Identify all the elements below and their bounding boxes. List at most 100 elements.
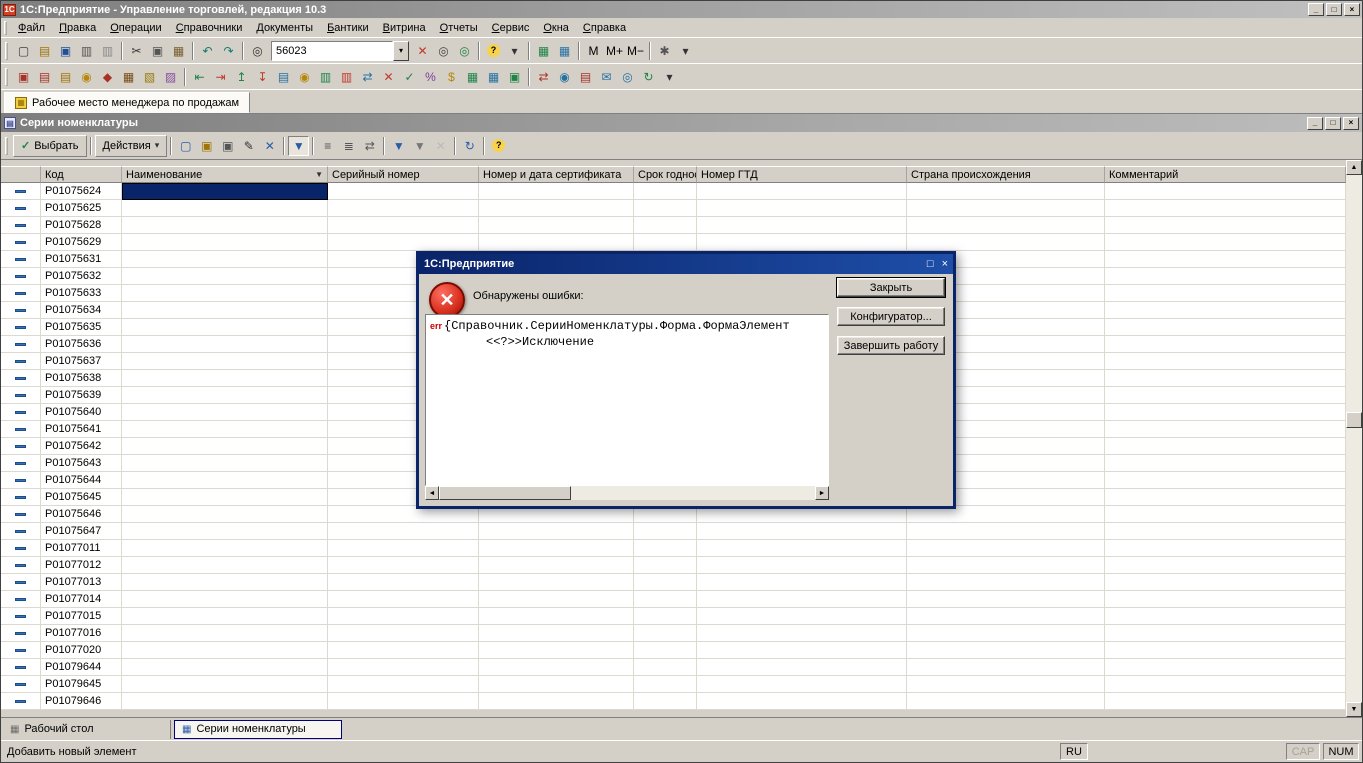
paste-icon[interactable]: ▦ xyxy=(168,41,189,61)
table-row[interactable]: P01079644 xyxy=(1,659,1346,676)
scroll-track[interactable] xyxy=(1346,175,1362,702)
mail-icon[interactable]: ✉ xyxy=(596,67,617,87)
table-row[interactable]: P01075628 xyxy=(1,217,1346,234)
menu-item-5[interactable]: Бантики xyxy=(320,20,376,36)
close-error-button[interactable]: Закрыть xyxy=(836,277,946,298)
table-row[interactable]: P01075647 xyxy=(1,523,1346,540)
code-cell[interactable]: P01075633 xyxy=(41,285,122,302)
code-cell[interactable]: P01075641 xyxy=(41,421,122,438)
journal-icon[interactable]: ▤ xyxy=(55,67,76,87)
table-row[interactable]: P01077013 xyxy=(1,574,1346,591)
report-stock-icon[interactable]: ▦ xyxy=(483,67,504,87)
filter-icon[interactable]: ▼ xyxy=(388,136,409,156)
code-cell[interactable]: P01079644 xyxy=(41,659,122,676)
table-row[interactable]: P01077011 xyxy=(1,540,1346,557)
table-row[interactable]: P01077012 xyxy=(1,557,1346,574)
code-cell[interactable]: P01075638 xyxy=(41,370,122,387)
find-advanced-icon[interactable]: ◎ xyxy=(454,41,475,61)
vertical-scrollbar[interactable]: ▲ ▼ xyxy=(1346,160,1362,717)
receipt-check-icon[interactable]: ✓ xyxy=(399,67,420,87)
doc-in-icon[interactable]: ↥ xyxy=(231,67,252,87)
users-icon[interactable]: ◉ xyxy=(554,67,575,87)
edit-item-icon[interactable]: ✎ xyxy=(238,136,259,156)
copy-icon[interactable]: ▣ xyxy=(147,41,168,61)
menu-item-9[interactable]: Окна xyxy=(536,20,576,36)
new-document-icon[interactable]: ▢ xyxy=(13,41,34,61)
minimize-button[interactable]: _ xyxy=(1308,3,1324,16)
list-toolbar-grip[interactable] xyxy=(5,136,8,155)
transfer-icon[interactable]: ⇄ xyxy=(357,67,378,87)
column-header-4[interactable]: Срок годнос... xyxy=(634,166,697,183)
list-view-icon[interactable]: ≡ xyxy=(317,136,338,156)
web-icon[interactable]: ◎ xyxy=(617,67,638,87)
help-list-icon[interactable]: ? xyxy=(488,136,509,156)
table-row[interactable]: P01077020 xyxy=(1,642,1346,659)
menu-item-8[interactable]: Сервис xyxy=(485,20,537,36)
invoice-icon[interactable]: ▤ xyxy=(273,67,294,87)
column-header-3[interactable]: Номер и дата сертификата xyxy=(479,166,634,183)
report-sales-icon[interactable]: ▦ xyxy=(462,67,483,87)
scroll-left-icon[interactable]: ◄ xyxy=(425,486,439,500)
find-binoculars-icon[interactable]: ◎ xyxy=(433,41,454,61)
shutdown-button[interactable]: Завершить работу xyxy=(837,336,945,355)
code-cell[interactable]: P01077015 xyxy=(41,608,122,625)
print-icon[interactable]: ▥ xyxy=(76,41,97,61)
refresh-icon[interactable]: ↻ xyxy=(459,136,480,156)
menu-item-10[interactable]: Справка xyxy=(576,20,633,36)
code-cell[interactable]: P01077020 xyxy=(41,642,122,659)
memory-recall-icon[interactable]: М xyxy=(583,41,604,61)
exchange-icon[interactable]: ⇄ xyxy=(533,67,554,87)
copy-item-icon[interactable]: ▣ xyxy=(217,136,238,156)
code-cell[interactable]: P01075634 xyxy=(41,302,122,319)
bottom-tab-0[interactable]: ▦ Рабочий стол xyxy=(3,719,171,739)
update-icon[interactable]: ↻ xyxy=(638,67,659,87)
code-cell[interactable]: P01077011 xyxy=(41,540,122,557)
code-cell[interactable]: P01075637 xyxy=(41,353,122,370)
bottom-tab-1[interactable]: ▦ Серии номенклатуры xyxy=(174,719,342,739)
scroll-down-icon[interactable]: ▼ xyxy=(1346,702,1362,717)
help-icon[interactable]: ? xyxy=(483,41,504,61)
price-book-icon[interactable]: ▧ xyxy=(139,67,160,87)
code-cell[interactable]: P01075628 xyxy=(41,217,122,234)
restore-button[interactable]: □ xyxy=(1326,3,1342,16)
doc-receipt-icon[interactable]: ⇤ xyxy=(189,67,210,87)
pricing-icon[interactable]: % xyxy=(420,67,441,87)
toolbar-grip[interactable] xyxy=(5,41,8,60)
table-edit-icon[interactable]: ▦ xyxy=(554,41,575,61)
code-cell[interactable]: P01075643 xyxy=(41,455,122,472)
settings-doc-icon[interactable]: ▤ xyxy=(575,67,596,87)
memory-plus-icon[interactable]: М+ xyxy=(604,41,625,61)
desktop-tab-sales-manager[interactable]: ▦ Рабочее место менеджера по продажам xyxy=(4,92,251,113)
table-grid-icon[interactable]: ▦ xyxy=(533,41,554,61)
code-cell[interactable]: P01075636 xyxy=(41,336,122,353)
code-cell[interactable]: P01077014 xyxy=(41,591,122,608)
close-button[interactable]: × xyxy=(1344,3,1360,16)
column-header-7[interactable]: Комментарий xyxy=(1105,166,1346,183)
code-cell[interactable]: P01075645 xyxy=(41,489,122,506)
toolbar-grip-2[interactable] xyxy=(5,67,8,86)
more-toolbar-icon[interactable]: ▾ xyxy=(659,67,680,87)
code-cell[interactable]: P01075625 xyxy=(41,200,122,217)
ledger-icon[interactable]: ▦ xyxy=(118,67,139,87)
mdi-minimize-button[interactable]: _ xyxy=(1307,116,1323,130)
table-row[interactable]: P01079646 xyxy=(1,693,1346,710)
doc-expense-icon[interactable]: ⇥ xyxy=(210,67,231,87)
code-cell[interactable]: P01075644 xyxy=(41,472,122,489)
cut-icon[interactable]: ✂ xyxy=(126,41,147,61)
dialog-horizontal-scrollbar[interactable]: ◄ ► xyxy=(425,486,829,500)
dialog-scroll-track[interactable] xyxy=(439,486,815,500)
quick-find-input[interactable] xyxy=(271,40,393,61)
code-cell[interactable]: P01075624 xyxy=(41,183,122,200)
code-cell[interactable]: P01079646 xyxy=(41,693,122,710)
menu-item-0[interactable]: Файл xyxy=(11,20,52,36)
code-cell[interactable]: P01075642 xyxy=(41,438,122,455)
code-cell[interactable]: P01079645 xyxy=(41,676,122,693)
filter-settings-icon[interactable]: ▼ xyxy=(409,136,430,156)
actions-button[interactable]: Действия ▾ xyxy=(94,134,168,157)
counterparties-icon[interactable]: ▣ xyxy=(13,67,34,87)
archive-icon[interactable]: ▨ xyxy=(160,67,181,87)
select-button[interactable]: ✓ Выбрать xyxy=(13,134,87,157)
redo-icon[interactable]: ↷ xyxy=(218,41,239,61)
code-cell[interactable]: P01075646 xyxy=(41,506,122,523)
code-cell[interactable]: P01075632 xyxy=(41,268,122,285)
